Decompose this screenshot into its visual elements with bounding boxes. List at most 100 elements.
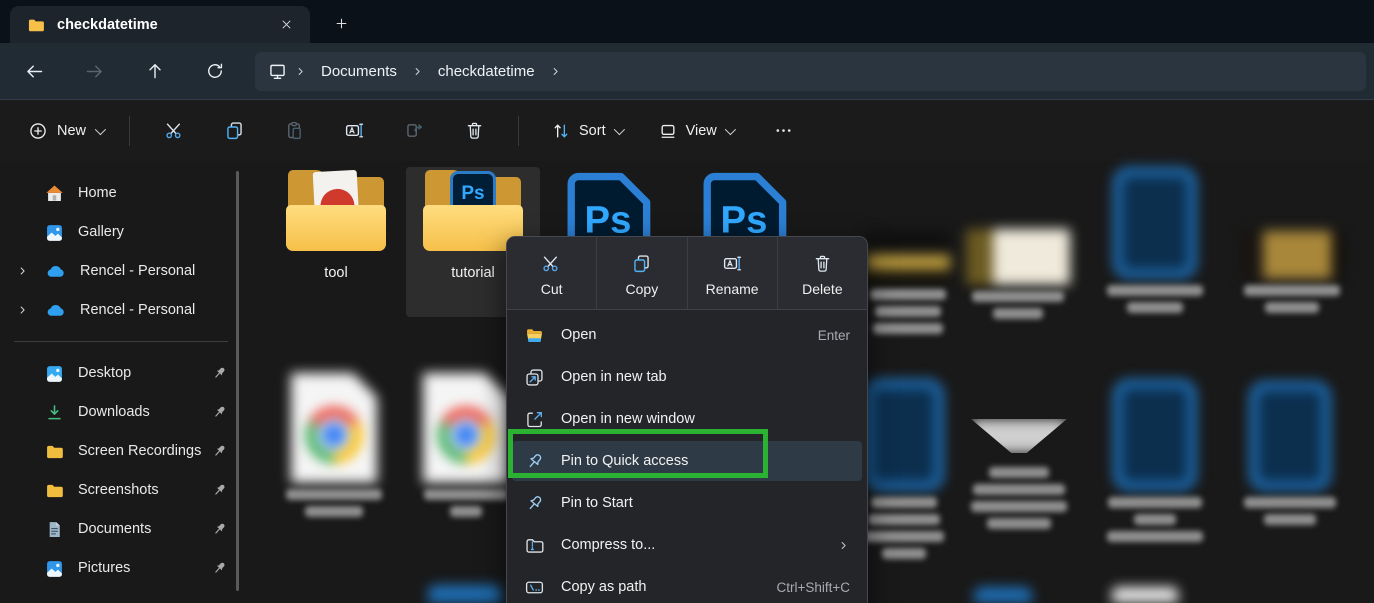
sidebar-divider	[14, 341, 228, 342]
sidebar-item-screenshots[interactable]: Screenshots	[8, 471, 238, 509]
sidebar-item-label: Downloads	[78, 404, 150, 420]
sidebar-item-home[interactable]: Home	[8, 174, 238, 212]
back-arrow-icon	[26, 65, 42, 77]
sidebar-item-pictures[interactable]: Pictures	[8, 549, 238, 587]
sidebar-item-gallery[interactable]: Gallery	[8, 213, 238, 251]
more-options-button[interactable]	[761, 112, 807, 150]
blurred-file-tile[interactable]	[1234, 231, 1350, 313]
sidebar-item-label: Documents	[78, 521, 152, 537]
sidebar-item-onedrive-1[interactable]: Rencel - Personal	[8, 252, 238, 290]
address-bar[interactable]: Documents checkdatetime	[255, 52, 1366, 91]
cut-menu-button[interactable]: Cut	[507, 237, 596, 309]
menu-item-label: Pin to Start	[561, 495, 633, 511]
folder-icon	[283, 169, 389, 257]
blurred-file-tile[interactable]	[856, 379, 952, 559]
menu-item-label: Open	[561, 327, 597, 343]
chevron-right-icon[interactable]	[16, 265, 29, 278]
tab-title: checkdatetime	[57, 16, 158, 33]
sidebar-item-documents[interactable]: Documents	[8, 510, 238, 548]
breadcrumb-chevron-icon	[549, 65, 562, 78]
menu-item-compress-to[interactable]: Compress to...	[512, 525, 862, 565]
copy-button[interactable]	[211, 112, 257, 150]
home-icon	[45, 184, 64, 201]
sidebar-item-label: Rencel - Personal	[80, 263, 196, 279]
menu-item-open-new-tab[interactable]: Open in new tab	[512, 357, 862, 397]
forward-button[interactable]	[77, 56, 111, 86]
sidebar-item-label: Home	[78, 185, 117, 201]
explorer-tab[interactable]: checkdatetime	[10, 6, 310, 43]
chevron-right-icon[interactable]	[16, 304, 29, 317]
breadcrumb-item-documents[interactable]: Documents	[313, 60, 405, 83]
desktop-icon	[47, 365, 62, 382]
rename-button[interactable]	[331, 112, 377, 150]
blurred-file-tile[interactable]	[282, 373, 386, 517]
menu-item-copy-as-path[interactable]: Copy as path Ctrl+Shift+C	[512, 567, 862, 603]
menu-item-pin-to-start[interactable]: Pin to Start	[512, 483, 862, 523]
breadcrumb-item-checkdatetime[interactable]: checkdatetime	[430, 60, 543, 83]
up-button[interactable]	[138, 56, 172, 86]
open-new-tab-icon	[526, 368, 543, 386]
delete-menu-button[interactable]: Delete	[776, 237, 867, 309]
copy-menu-button[interactable]: Copy	[596, 237, 686, 309]
sidebar-item-screen-recordings[interactable]: Screen Recordings	[8, 432, 238, 470]
quick-action-label: Cut	[540, 281, 563, 297]
refresh-button[interactable]	[198, 56, 232, 86]
chevron-down-icon	[613, 123, 625, 135]
menu-item-shortcut: Enter	[817, 327, 850, 343]
blurred-file-tile[interactable]	[1238, 381, 1342, 525]
back-button[interactable]	[17, 56, 51, 86]
blurred-file-tile[interactable]	[420, 373, 512, 517]
blurred-file-tile[interactable]	[1100, 167, 1210, 313]
ellipsis-icon	[776, 129, 791, 132]
pushpin-icon	[526, 493, 544, 512]
scissors-icon	[543, 256, 558, 272]
folder-icon	[47, 445, 63, 458]
rename-menu-button[interactable]: Rename	[686, 237, 777, 309]
blurred-file-tile[interactable]	[860, 231, 956, 334]
menu-item-open[interactable]: Open Enter	[512, 315, 862, 355]
sidebar-item-label: Desktop	[78, 365, 132, 381]
sidebar-item-downloads[interactable]: Downloads	[8, 393, 238, 431]
sidebar-item-label: Rencel - Personal	[80, 302, 196, 318]
navigation-bar: Documents checkdatetime	[0, 43, 1374, 100]
sidebar-item-label: Screenshots	[78, 482, 159, 498]
quick-action-label: Delete	[802, 281, 843, 297]
menu-item-label: Open in new window	[561, 411, 695, 427]
tab-close-icon[interactable]	[272, 11, 300, 39]
pin-icon	[211, 443, 228, 460]
quick-action-label: Copy	[625, 281, 659, 297]
sidebar-item-desktop[interactable]: Desktop	[8, 354, 238, 392]
sidebar: Home Gallery Rencel - Personal Rencel - …	[0, 161, 248, 603]
blurred-psd-icon	[1113, 379, 1197, 491]
view-button[interactable]: View	[648, 114, 743, 148]
sidebar-item-onedrive-2[interactable]: Rencel - Personal	[8, 291, 238, 329]
chevron-down-icon	[724, 123, 736, 135]
folder-tile-tool[interactable]: tool	[270, 169, 402, 281]
blurred-shape-icon	[971, 419, 1067, 453]
annotation-highlight-box	[508, 429, 768, 478]
downloads-icon	[48, 404, 61, 419]
blurred-partial-icon[interactable]	[1112, 587, 1178, 603]
new-tab-button[interactable]	[326, 9, 356, 37]
paste-button[interactable]	[271, 112, 317, 150]
pin-icon	[211, 482, 228, 499]
share-button[interactable]	[391, 112, 437, 150]
sort-arrows-icon	[554, 123, 568, 137]
sidebar-scrollbar[interactable]	[236, 171, 239, 591]
blurred-file-tile[interactable]	[1102, 379, 1208, 542]
cut-button[interactable]	[151, 112, 197, 150]
sort-button[interactable]: Sort	[541, 114, 632, 148]
blurred-file-tile[interactable]	[958, 229, 1078, 319]
sort-label: Sort	[579, 122, 606, 139]
delete-button[interactable]	[451, 112, 497, 150]
blurred-file-tile[interactable]	[960, 419, 1078, 529]
blurred-psd-icon	[1113, 167, 1197, 279]
blurred-partial-icon[interactable]	[974, 587, 1032, 603]
onedrive-cloud-icon	[47, 265, 64, 277]
blurred-thumbnail	[866, 231, 950, 283]
blurred-thumbnail	[966, 229, 1070, 285]
blurred-partial-icon[interactable]	[428, 585, 502, 603]
command-toolbar: New Sort View	[0, 100, 1374, 162]
document-icon	[49, 521, 61, 537]
new-button[interactable]: New	[16, 114, 115, 148]
